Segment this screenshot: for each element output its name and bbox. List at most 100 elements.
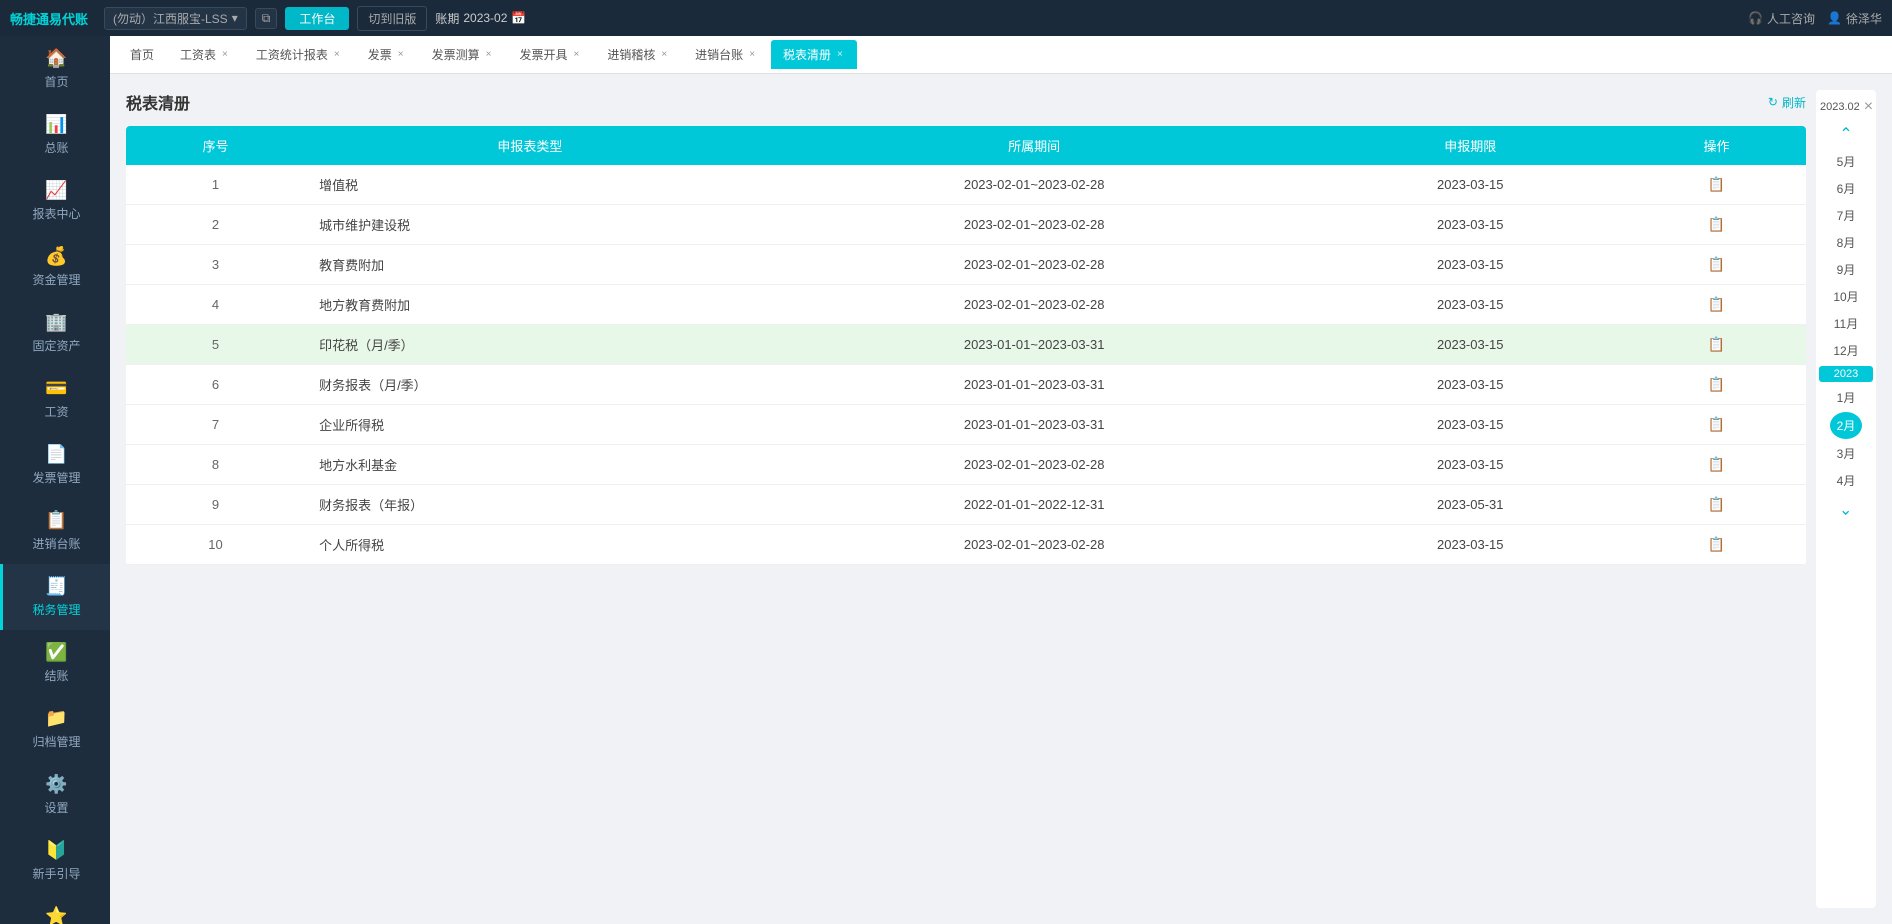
tab-invoice-calc-close[interactable]: × [484,48,494,61]
cell-type: 印花税（月/季） [305,325,755,365]
action-doc-icon[interactable]: 📋 [1708,176,1725,192]
year-month-panel: 2023.02 × ⌃ 5月 6月 7月 8月 9月 10月 11月 12月 2… [1816,90,1876,908]
action-doc-icon[interactable]: 📋 [1708,536,1725,552]
sidebar-item-archive[interactable]: 📁 归档管理 [0,696,110,762]
company-name: (勿动）江西服宝-LSS [113,10,228,27]
tab-invoice-open-close[interactable]: × [571,48,581,61]
month-11[interactable]: 11月 [1816,310,1876,337]
page-content: 税表清册 ↻ 刷新 序号 申报表类型 所属期间 申报期限 操作 [110,74,1892,924]
tab-salary-stats[interactable]: 工资统计报表 × [244,40,354,69]
workbench-button[interactable]: 工作台 [285,7,349,30]
sidebar-label-invoices: 发票管理 [32,469,80,486]
month-7[interactable]: 7月 [1816,202,1876,229]
table-row: 3 教育费附加 2023-02-01~2023-02-28 2023-03-15… [126,245,1806,285]
table-row: 7 企业所得税 2023-01-01~2023-03-31 2023-03-15… [126,405,1806,445]
action-doc-icon[interactable]: 📋 [1708,336,1725,352]
tax-icon: 🧾 [45,576,67,597]
tab-home[interactable]: 首页 [118,40,166,69]
cell-action: 📋 [1627,525,1806,565]
month-12[interactable]: 12月 [1816,337,1876,364]
tab-purchase-audit[interactable]: 进销稽核 × [595,40,681,69]
tab-salary-stats-close[interactable]: × [332,48,342,61]
sidebar-item-vip[interactable]: ⭐ 畅会员 [0,894,110,924]
cell-type: 地方教育费附加 [305,285,755,325]
action-doc-icon[interactable]: 📋 [1708,456,1725,472]
tab-purchase-ledger-close[interactable]: × [747,48,757,61]
period-display: 账期 2023-02 📅 [435,10,526,27]
user-avatar[interactable]: 👤 徐泽华 [1827,10,1882,27]
cell-period: 2023-02-01~2023-02-28 [755,205,1314,245]
month-9[interactable]: 9月 [1816,256,1876,283]
tab-purchase-audit-label: 进销稽核 [607,46,655,63]
month-8[interactable]: 8月 [1816,229,1876,256]
tab-salary-table[interactable]: 工资表 × [168,40,242,69]
month-1[interactable]: 1月 [1816,384,1876,411]
switch-old-button[interactable]: 切到旧版 [357,6,427,31]
sidebar-label-purchase: 进销台账 [32,535,80,552]
sidebar-item-guide[interactable]: 🔰 新手引导 [0,828,110,894]
col-type: 申报表类型 [305,126,755,165]
copy-button[interactable]: ⧉ [255,8,278,29]
month-6[interactable]: 6月 [1816,175,1876,202]
sidebar-item-tax[interactable]: 🧾 税务管理 [0,564,110,630]
sidebar-item-assets[interactable]: 🏢 固定资产 [0,300,110,366]
table-row: 2 城市维护建设税 2023-02-01~2023-02-28 2023-03-… [126,205,1806,245]
sidebar-item-ledger[interactable]: 📊 总账 [0,102,110,168]
action-doc-icon[interactable]: 📋 [1708,216,1725,232]
tab-tax-register[interactable]: 税表清册 × [771,40,857,69]
settlement-icon: ✅ [45,642,67,663]
action-doc-icon[interactable]: 📋 [1708,256,1725,272]
human-service-button[interactable]: 🎧 人工咨询 [1748,10,1815,27]
tab-invoice-open-label: 发票开具 [519,46,567,63]
month-10[interactable]: 10月 [1816,283,1876,310]
action-doc-icon[interactable]: 📋 [1708,496,1725,512]
scroll-down-button[interactable]: ⌃ [1835,494,1856,522]
sidebar-label-settlement: 结账 [44,667,68,684]
month-4[interactable]: 4月 [1816,467,1876,494]
sidebar-item-settings[interactable]: ⚙️ 设置 [0,762,110,828]
cell-deadline: 2023-05-31 [1314,485,1627,525]
tab-tax-register-label: 税表清册 [783,46,831,63]
assets-icon: 🏢 [45,312,67,333]
tab-salary-table-close[interactable]: × [220,48,230,61]
panel-close-button[interactable]: × [1860,96,1876,118]
tab-tax-register-close[interactable]: × [835,48,845,61]
cell-no: 2 [126,205,305,245]
cell-type: 增值税 [305,165,755,205]
sidebar-label-settings: 设置 [44,799,68,816]
sidebar-item-home[interactable]: 🏠 首页 [0,36,110,102]
cell-action: 📋 [1627,285,1806,325]
sidebar-item-salary[interactable]: 💳 工资 [0,366,110,432]
cell-deadline: 2023-03-15 [1314,245,1627,285]
cell-type: 教育费附加 [305,245,755,285]
refresh-button[interactable]: ↻ 刷新 [1768,94,1806,111]
tab-purchase-ledger[interactable]: 进销台账 × [683,40,769,69]
company-selector[interactable]: (勿动）江西服宝-LSS ▾ [104,7,247,30]
tab-purchase-audit-close[interactable]: × [659,48,669,61]
tab-invoice[interactable]: 发票 × [356,40,418,69]
action-doc-icon[interactable]: 📋 [1708,416,1725,432]
human-service-label: 人工咨询 [1767,10,1815,27]
tab-invoice-close[interactable]: × [396,48,406,61]
col-no: 序号 [126,126,305,165]
sidebar-item-invoices[interactable]: 📄 发票管理 [0,432,110,498]
month-2-active[interactable]: 2月 [1830,412,1862,439]
action-doc-icon[interactable]: 📋 [1708,376,1725,392]
calendar-icon[interactable]: 📅 [511,11,526,25]
month-5[interactable]: 5月 [1816,148,1876,175]
col-action: 操作 [1627,126,1806,165]
table-header-row: 序号 申报表类型 所属期间 申报期限 操作 [126,126,1806,165]
sidebar-item-purchase[interactable]: 📋 进销台账 [0,498,110,564]
sidebar-item-funds[interactable]: 💰 资金管理 [0,234,110,300]
action-doc-icon[interactable]: 📋 [1708,296,1725,312]
sidebar-label-guide: 新手引导 [32,865,80,882]
tab-invoice-open[interactable]: 发票开具 × [507,40,593,69]
scroll-up-button[interactable]: ⌃ [1835,120,1856,148]
period-value: 2023-02 [463,11,507,25]
month-3[interactable]: 3月 [1816,440,1876,467]
sidebar-item-settlement[interactable]: ✅ 结账 [0,630,110,696]
sidebar-item-reports[interactable]: 📈 报表中心 [0,168,110,234]
tab-invoice-calc[interactable]: 发票测算 × [420,40,506,69]
cell-period: 2023-01-01~2023-03-31 [755,405,1314,445]
cell-period: 2023-01-01~2023-03-31 [755,325,1314,365]
